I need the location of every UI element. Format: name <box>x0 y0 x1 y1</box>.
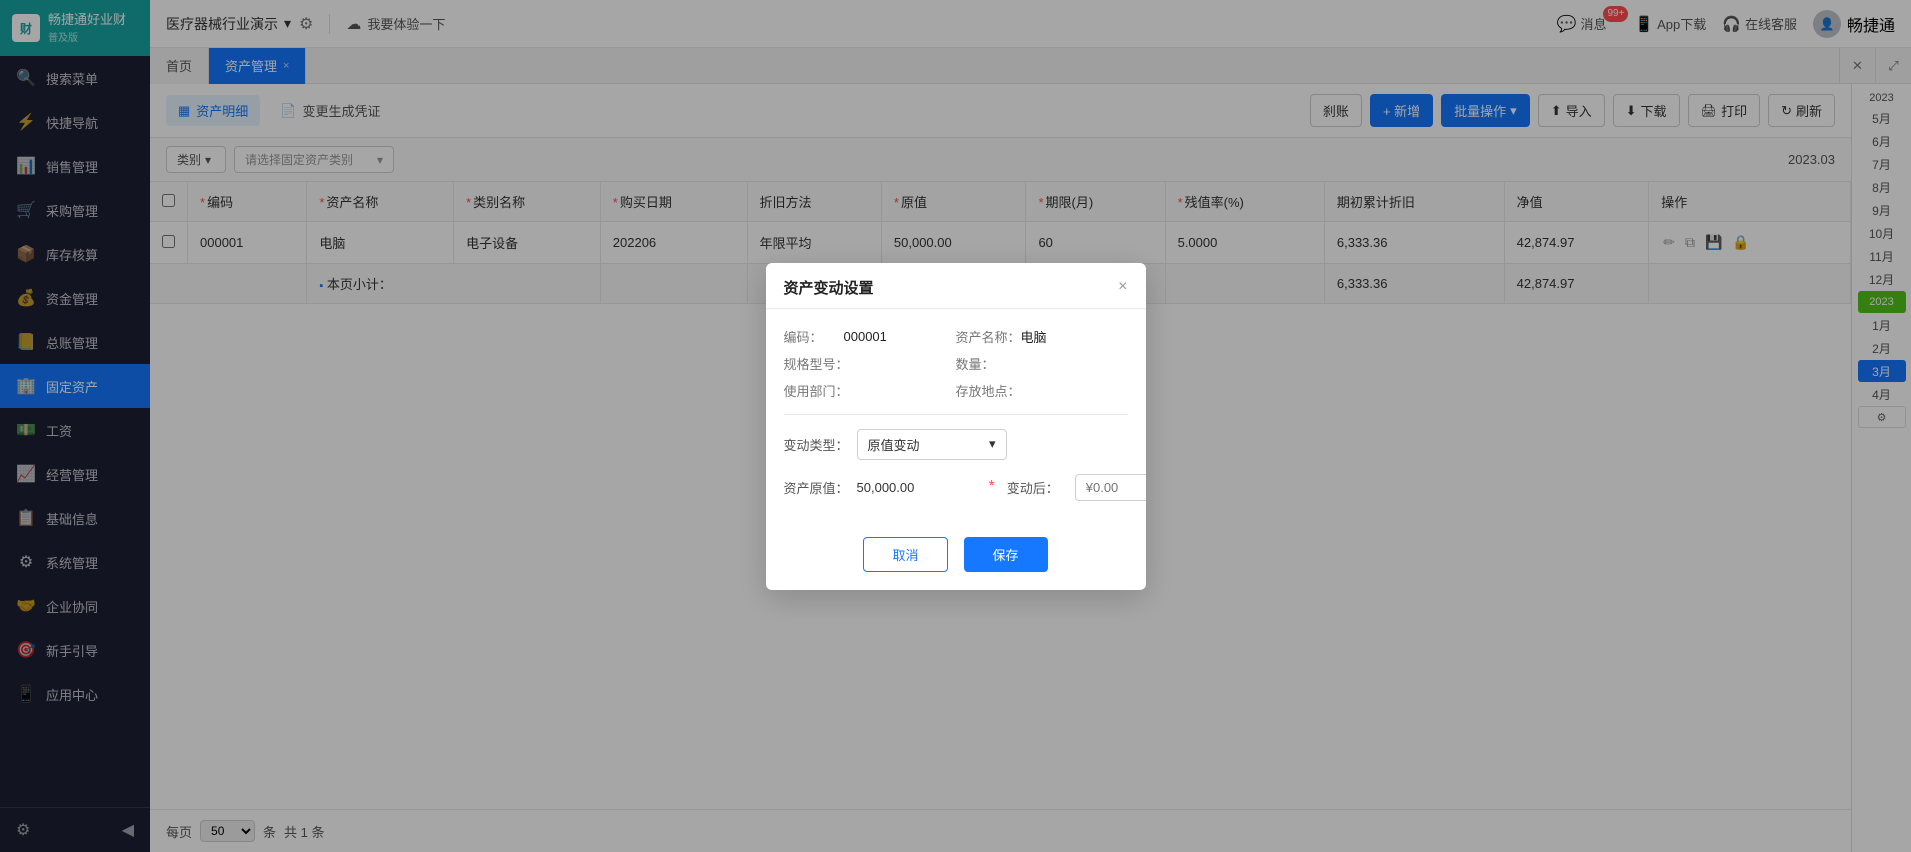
modal-title: 资产变动设置 <box>784 277 874 298</box>
modal-overlay: 资产变动设置 × 编码： 000001 资产名称： 电脑 规格型号： 数 <box>0 0 1911 852</box>
modal-location-row: 存放地点： <box>956 381 1128 400</box>
modal-original-value-label: 资产原值： <box>784 478 849 497</box>
modal-change-type-field: 变动类型： 原值变动 ▾ <box>784 429 1128 460</box>
modal-code-label: 编码： <box>784 327 844 346</box>
modal-code-value: 000001 <box>844 329 887 344</box>
modal-name-row: 资产名称： 电脑 <box>956 327 1128 346</box>
save-button[interactable]: 保存 <box>964 537 1048 572</box>
modal-after-change-label: 变动后： <box>1007 478 1067 497</box>
modal-quantity-label: 数量： <box>956 354 1016 373</box>
modal-spec-label: 规格型号： <box>784 354 849 373</box>
modal-original-value: 50,000.00 <box>857 480 977 495</box>
modal-original-value-field: 资产原值： 50,000.00 * 变动后： <box>784 474 1128 501</box>
modal-name-label: 资产名称： <box>956 327 1021 346</box>
change-type-dropdown-icon: ▾ <box>989 436 996 452</box>
change-type-selector[interactable]: 原值变动 ▾ <box>857 429 1007 460</box>
modal-quantity-row: 数量： <box>956 354 1128 373</box>
required-star: * <box>989 478 995 496</box>
modal-body: 编码： 000001 资产名称： 电脑 规格型号： 数量： 使用部门： <box>766 309 1146 527</box>
asset-change-modal: 资产变动设置 × 编码： 000001 资产名称： 电脑 规格型号： 数 <box>766 263 1146 590</box>
modal-spec-row: 规格型号： <box>784 354 956 373</box>
modal-dept-label: 使用部门： <box>784 381 849 400</box>
modal-footer: 取消 保存 <box>766 527 1146 590</box>
modal-name-value: 电脑 <box>1021 327 1047 346</box>
after-change-input[interactable] <box>1075 474 1146 501</box>
modal-info-grid: 编码： 000001 资产名称： 电脑 规格型号： 数量： 使用部门： <box>784 327 1128 415</box>
modal-code-row: 编码： 000001 <box>784 327 956 346</box>
modal-close-button[interactable]: × <box>1118 278 1127 296</box>
modal-change-type-label: 变动类型： <box>784 435 849 454</box>
change-type-value: 原值变动 <box>868 435 920 454</box>
modal-location-label: 存放地点： <box>956 381 1021 400</box>
cancel-button[interactable]: 取消 <box>863 537 947 572</box>
modal-dept-row: 使用部门： <box>784 381 956 400</box>
modal-header: 资产变动设置 × <box>766 263 1146 309</box>
